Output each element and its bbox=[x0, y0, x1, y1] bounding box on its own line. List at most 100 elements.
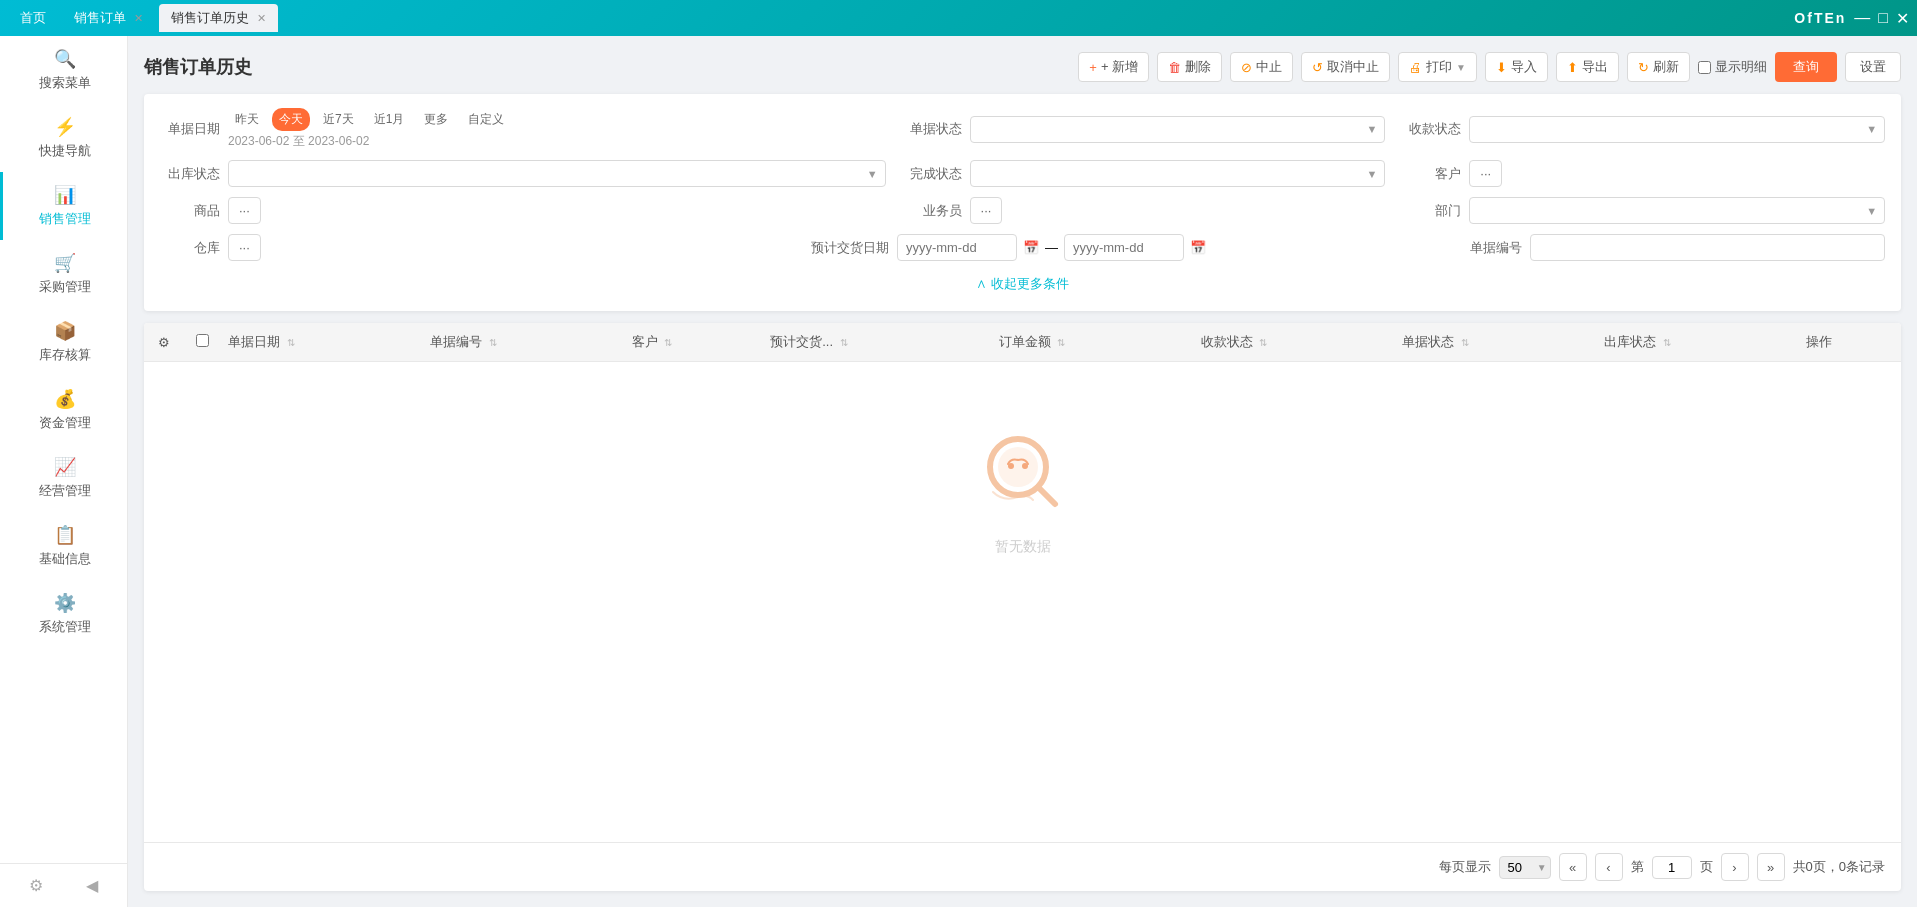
prev-page-button[interactable]: ‹ bbox=[1595, 853, 1623, 881]
filter-item-order-number: 单据编号 bbox=[1462, 234, 1885, 261]
maximize-button[interactable]: □ bbox=[1878, 9, 1888, 27]
page-size-label: 每页显示 bbox=[1439, 858, 1491, 876]
delivery-date-to-input[interactable] bbox=[1064, 234, 1184, 261]
sort-customer-icon: ⇅ bbox=[664, 337, 672, 348]
export-button[interactable]: ⬆ 导出 bbox=[1556, 52, 1619, 82]
last-page-button[interactable]: » bbox=[1757, 853, 1785, 881]
cancel-stop-label: 取消中止 bbox=[1327, 58, 1379, 76]
page-title-bar: 销售订单历史 + + 新增 🗑 删除 ⊘ 中止 ↺ 取消中止 bbox=[144, 52, 1901, 82]
import-icon: ⬇ bbox=[1496, 60, 1507, 75]
add-button[interactable]: + + 新增 bbox=[1078, 52, 1149, 82]
select-all-checkbox[interactable] bbox=[196, 334, 209, 347]
th-delivery-label: 预计交货... bbox=[770, 334, 833, 349]
order-number-input[interactable] bbox=[1530, 234, 1885, 261]
export-icon: ⬆ bbox=[1567, 60, 1578, 75]
sidebar-item-operation[interactable]: 📈 经营管理 bbox=[0, 444, 127, 512]
warehouse-select-button[interactable]: ··· bbox=[228, 234, 261, 261]
date-1month[interactable]: 近1月 bbox=[367, 108, 412, 131]
date-custom[interactable]: 自定义 bbox=[461, 108, 511, 131]
th-settings[interactable]: ⚙ bbox=[144, 323, 184, 362]
refresh-button[interactable]: ↻ 刷新 bbox=[1627, 52, 1690, 82]
sidebar-item-basic[interactable]: 📋 基础信息 bbox=[0, 512, 127, 580]
sidebar-item-system-label: 系统管理 bbox=[39, 618, 91, 636]
import-button[interactable]: ⬇ 导入 bbox=[1485, 52, 1548, 82]
display-columns-checkbox[interactable]: 显示明细 bbox=[1698, 58, 1767, 76]
salesperson-select-button[interactable]: ··· bbox=[970, 197, 1003, 224]
tab-sales-history[interactable]: 销售订单历史 ✕ bbox=[159, 4, 278, 32]
order-status-select[interactable] bbox=[970, 116, 1386, 143]
customer-select-button[interactable]: ··· bbox=[1469, 160, 1502, 187]
top-bar: 首页 销售订单 ✕ 销售订单历史 ✕ OfTEn — □ ✕ bbox=[0, 0, 1917, 36]
empty-icon bbox=[973, 422, 1073, 522]
page-size-select[interactable]: 10 20 50 100 bbox=[1499, 856, 1551, 879]
th-checkbox[interactable] bbox=[184, 323, 220, 362]
sidebar-item-quick-nav[interactable]: ⚡ 快捷导航 bbox=[0, 104, 127, 172]
delete-button[interactable]: 🗑 删除 bbox=[1157, 52, 1222, 82]
cancel-stop-button[interactable]: ↺ 取消中止 bbox=[1301, 52, 1390, 82]
tab-home[interactable]: 首页 bbox=[8, 4, 58, 32]
settings-label: 设置 bbox=[1860, 59, 1886, 74]
sidebar-item-purchase[interactable]: 🛒 采购管理 bbox=[0, 240, 127, 308]
th-order-status[interactable]: 单据状态 ⇅ bbox=[1394, 323, 1596, 362]
sidebar-item-finance[interactable]: 💰 资金管理 bbox=[0, 376, 127, 444]
warehouse-control: ··· bbox=[228, 234, 795, 261]
sidebar-item-system[interactable]: ⚙️ 系统管理 bbox=[0, 580, 127, 648]
first-page-button[interactable]: « bbox=[1559, 853, 1587, 881]
th-payment-status[interactable]: 收款状态 ⇅ bbox=[1193, 323, 1395, 362]
print-button[interactable]: 🖨 打印 ▼ bbox=[1398, 52, 1477, 82]
department-select[interactable] bbox=[1469, 197, 1885, 224]
display-columns-input[interactable] bbox=[1698, 61, 1711, 74]
sort-number-icon: ⇅ bbox=[489, 337, 497, 348]
close-sales-history-icon[interactable]: ✕ bbox=[257, 12, 266, 25]
tab-sales-order[interactable]: 销售订单 ✕ bbox=[62, 4, 155, 32]
collapse-bar[interactable]: ∧ 收起更多条件 bbox=[160, 271, 1885, 297]
th-date-label: 单据日期 bbox=[228, 334, 280, 349]
minimize-button[interactable]: — bbox=[1854, 9, 1870, 27]
sidebar-item-sales[interactable]: 📊 销售管理 bbox=[0, 172, 127, 240]
next-page-icon: › bbox=[1732, 860, 1736, 875]
product-control: ··· bbox=[228, 197, 886, 224]
delivery-date-label: 预计交货日期 bbox=[811, 239, 889, 257]
warehouse-label: 仓库 bbox=[160, 239, 220, 257]
purchase-icon: 🛒 bbox=[54, 252, 76, 274]
query-label: 查询 bbox=[1793, 59, 1819, 74]
completion-status-select[interactable] bbox=[970, 160, 1386, 187]
date-today[interactable]: 今天 bbox=[272, 108, 310, 131]
sidebar-item-inventory[interactable]: 📦 库存核算 bbox=[0, 308, 127, 376]
settings-button[interactable]: 设置 bbox=[1845, 52, 1901, 82]
outbound-status-select[interactable] bbox=[228, 160, 886, 187]
next-page-button[interactable]: › bbox=[1721, 853, 1749, 881]
th-customer[interactable]: 客户 ⇅ bbox=[624, 323, 762, 362]
completion-status-control: ▼ bbox=[970, 160, 1386, 187]
delivery-date-from-input[interactable] bbox=[897, 234, 1017, 261]
sidebar-item-inventory-label: 库存核算 bbox=[39, 346, 91, 364]
date-7days[interactable]: 近7天 bbox=[316, 108, 361, 131]
add-label: + 新增 bbox=[1101, 58, 1138, 76]
close-sales-order-icon[interactable]: ✕ bbox=[134, 12, 143, 25]
th-delivery[interactable]: 预计交货... ⇅ bbox=[762, 323, 990, 362]
query-button[interactable]: 查询 bbox=[1775, 52, 1837, 82]
th-number[interactable]: 单据编号 ⇅ bbox=[422, 323, 624, 362]
stop-button[interactable]: ⊘ 中止 bbox=[1230, 52, 1293, 82]
date-yesterday[interactable]: 昨天 bbox=[228, 108, 266, 131]
th-amount-label: 订单金额 bbox=[999, 334, 1051, 349]
department-control: ▼ bbox=[1469, 197, 1885, 224]
table-card: ⚙ 单据日期 ⇅ 单据编号 ⇅ 客户 bbox=[144, 323, 1901, 891]
date-more[interactable]: 更多 bbox=[417, 108, 455, 131]
table-header-row: ⚙ 单据日期 ⇅ 单据编号 ⇅ 客户 bbox=[144, 323, 1901, 362]
filter-row-1: 单据日期 昨天 今天 近7天 近1月 更多 自定义 2023-06-02 至 2… bbox=[160, 108, 1885, 150]
payment-status-select[interactable] bbox=[1469, 116, 1885, 143]
page-number-input[interactable] bbox=[1652, 856, 1692, 879]
sort-payment-status-icon: ⇅ bbox=[1259, 337, 1267, 348]
customer-control: ··· bbox=[1469, 160, 1885, 187]
th-date[interactable]: 单据日期 ⇅ bbox=[220, 323, 422, 362]
th-outbound-status[interactable]: 出库状态 ⇅ bbox=[1596, 323, 1798, 362]
sidebar-settings-icon[interactable]: ⚙ bbox=[29, 876, 43, 895]
product-select-button[interactable]: ··· bbox=[228, 197, 261, 224]
stop-icon: ⊘ bbox=[1241, 60, 1252, 75]
window-close-button[interactable]: ✕ bbox=[1896, 9, 1909, 28]
sidebar-item-search-menu[interactable]: 🔍 搜索菜单 bbox=[0, 36, 127, 104]
th-amount[interactable]: 订单金额 ⇅ bbox=[991, 323, 1193, 362]
first-page-icon: « bbox=[1569, 860, 1576, 875]
sidebar-collapse-icon[interactable]: ◀ bbox=[86, 876, 98, 895]
